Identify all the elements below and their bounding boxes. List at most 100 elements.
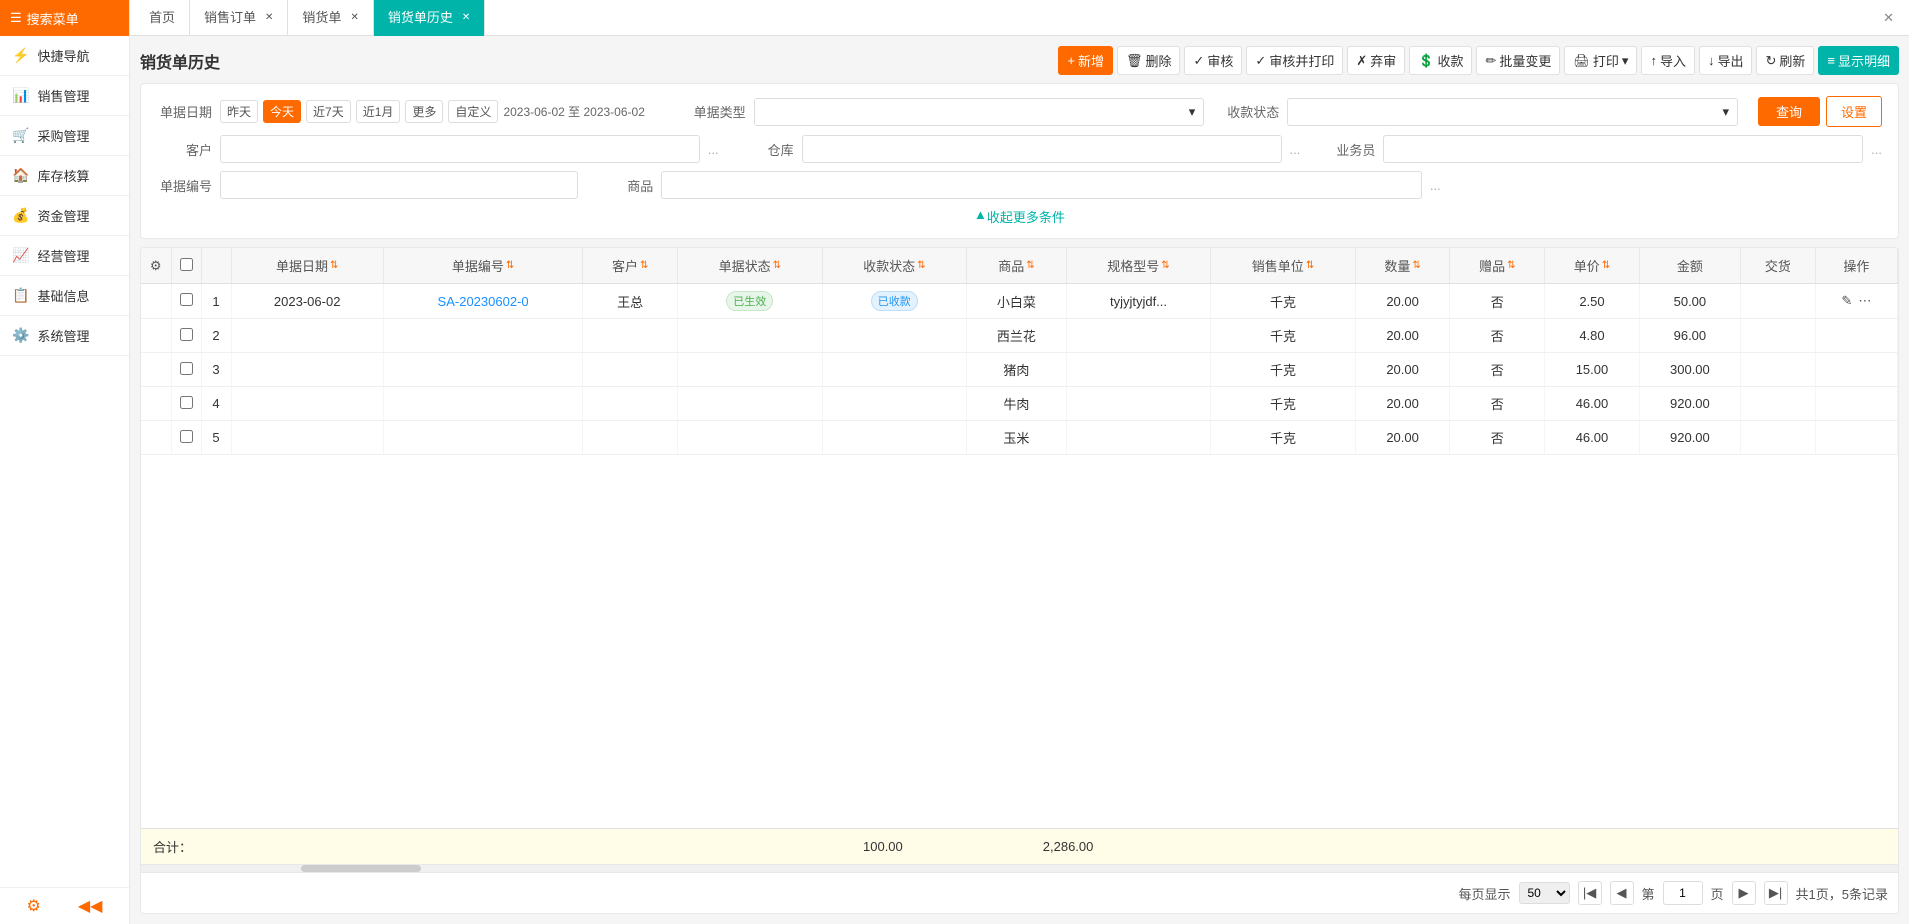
cell-checkbox-0[interactable] <box>171 284 201 319</box>
prev-page-btn[interactable]: ◀ <box>1610 881 1634 905</box>
scrollbar-thumb[interactable] <box>301 865 421 872</box>
sidebar-header[interactable]: ☰ 搜索菜单 <box>0 0 129 36</box>
cell-checkbox-2[interactable] <box>171 353 201 387</box>
batch-change-button[interactable]: ✏ 批量变更 <box>1476 46 1560 75</box>
collect-status-select[interactable]: ▾ <box>1287 98 1738 126</box>
row-checkbox-2[interactable] <box>180 362 193 375</box>
per-page-select[interactable]: 50 100 200 <box>1519 882 1570 904</box>
row-checkbox-3[interactable] <box>180 396 193 409</box>
sidebar-item-sales-mgmt[interactable]: 📊 销售管理 <box>0 76 129 116</box>
sidebar-item-finance[interactable]: 💰 资金管理 <box>0 196 129 236</box>
tab-close-sales-order[interactable]: ✕ <box>265 0 273 36</box>
cell-docnum-2[interactable] <box>383 353 582 387</box>
tab-sales-order[interactable]: 销售订单 ✕ <box>190 0 288 36</box>
doc-type-select[interactable]: ▾ <box>754 98 1205 126</box>
collect-button[interactable]: 💲 收款 <box>1409 46 1472 75</box>
th-sales-unit[interactable]: 销售单位⇅ <box>1211 248 1356 284</box>
query-button[interactable]: 查询 <box>1758 97 1820 126</box>
date-option-7days[interactable]: 近7天 <box>306 100 351 123</box>
customer-input[interactable] <box>220 135 700 163</box>
th-collect-status[interactable]: 收款状态⇅ <box>822 248 967 284</box>
sidebar-settings-icon[interactable]: ⚙ <box>27 896 41 916</box>
cell-docnum-4[interactable] <box>383 421 582 455</box>
date-option-custom[interactable]: 自定义 <box>448 100 498 123</box>
sidebar-item-system[interactable]: ⚙️ 系统管理 <box>0 316 129 356</box>
date-option-more[interactable]: 更多 <box>405 100 443 123</box>
sidebar-search-label[interactable]: 搜索菜单 <box>27 9 79 28</box>
th-doc-num[interactable]: 单据编号⇅ <box>383 248 582 284</box>
th-gear[interactable]: ⚙ <box>141 248 171 284</box>
next-page-btn[interactable]: ▶ <box>1732 881 1756 905</box>
sidebar-item-inventory[interactable]: 🏠 库存核算 <box>0 156 129 196</box>
doc-num-input[interactable] <box>220 171 578 199</box>
th-quantity[interactable]: 数量⇅ <box>1355 248 1450 284</box>
last-page-btn[interactable]: ▶| <box>1764 881 1788 905</box>
print-button[interactable]: 🖨 打印 ▾ <box>1564 46 1637 75</box>
cell-checkbox-4[interactable] <box>171 421 201 455</box>
warehouse-dots[interactable]: ... <box>1290 142 1301 157</box>
tab-close-sales-history[interactable]: ✕ <box>462 0 470 36</box>
tab-close-sales-delivery[interactable]: ✕ <box>350 0 358 36</box>
th-doc-status[interactable]: 单据状态⇅ <box>678 248 823 284</box>
import-button[interactable]: ↑ 导入 <box>1641 46 1695 75</box>
abandon-button[interactable]: ✗ 弃审 <box>1347 46 1405 75</box>
table-scroll-area[interactable]: ⚙ 单据日期⇅ 单据编号⇅ 客户⇅ <box>141 248 1898 828</box>
th-gift[interactable]: 赠品⇅ <box>1450 248 1545 284</box>
audit-print-button[interactable]: ✓ 审核并打印 <box>1246 46 1343 75</box>
tab-sales-history[interactable]: 销货单历史 ✕ <box>374 0 485 36</box>
customer-dots[interactable]: ... <box>708 142 719 157</box>
table-row: 1 2023-06-02 SA-20230602-0 王总 已生效 已收款 小白… <box>141 284 1898 319</box>
first-page-btn[interactable]: |◀ <box>1578 881 1602 905</box>
collapse-row[interactable]: ▲ 收起更多条件 <box>157 207 1882 226</box>
page-input[interactable] <box>1663 881 1703 905</box>
op-more-0[interactable]: ⋯ <box>1858 293 1871 309</box>
delete-button[interactable]: 🗑 删除 <box>1117 46 1181 75</box>
cell-docnum-3[interactable] <box>383 387 582 421</box>
cell-docnum-0[interactable]: SA-20230602-0 <box>383 284 582 319</box>
th-goods[interactable]: 商品⇅ <box>967 248 1067 284</box>
tab-home[interactable]: 首页 <box>135 0 190 36</box>
audit-button[interactable]: ✓ 审核 <box>1184 46 1242 75</box>
th-customer[interactable]: 客户⇅ <box>583 248 678 284</box>
tab-sales-delivery-label: 销货单 <box>302 0 341 36</box>
sidebar-item-quick-nav[interactable]: ⚡ 快捷导航 <box>0 36 129 76</box>
salesperson-input[interactable] <box>1383 135 1863 163</box>
date-option-1month[interactable]: 近1月 <box>356 100 401 123</box>
cell-collectstatus-2 <box>822 353 967 387</box>
refresh-button[interactable]: ↻ 刷新 <box>1756 46 1814 75</box>
goods-input[interactable] <box>661 171 1422 199</box>
th-spec-type[interactable]: 规格型号⇅ <box>1066 248 1211 284</box>
sort-icon-unit-price: ⇅ <box>1602 260 1610 271</box>
goods-dots[interactable]: ... <box>1430 178 1441 193</box>
th-checkbox[interactable] <box>171 248 201 284</box>
cell-checkbox-3[interactable] <box>171 387 201 421</box>
cell-checkbox-1[interactable] <box>171 319 201 353</box>
horizontal-scrollbar[interactable] <box>141 864 1898 872</box>
salesperson-dots[interactable]: ... <box>1871 142 1882 157</box>
warehouse-input[interactable] <box>802 135 1282 163</box>
sort-icon-doc-num: ⇅ <box>506 260 514 271</box>
select-all-checkbox[interactable] <box>180 258 193 271</box>
display-detail-button[interactable]: ≡ 显示明细 <box>1818 46 1899 75</box>
sidebar-item-purchase-mgmt[interactable]: 🛒 采购管理 <box>0 116 129 156</box>
set-button[interactable]: 设置 <box>1826 96 1882 127</box>
new-button[interactable]: + 新增 <box>1058 46 1113 75</box>
sidebar-item-operation[interactable]: 📈 经营管理 <box>0 236 129 276</box>
row-checkbox-4[interactable] <box>180 430 193 443</box>
date-option-today[interactable]: 今天 <box>263 100 301 123</box>
cell-collectstatus-1 <box>822 319 967 353</box>
th-unit-price-label: 单价 <box>1574 256 1600 275</box>
th-unit-price[interactable]: 单价⇅ <box>1545 248 1640 284</box>
collapse-label[interactable]: 收起更多条件 <box>987 207 1065 226</box>
th-doc-date[interactable]: 单据日期⇅ <box>231 248 383 284</box>
op-edit-0[interactable]: ✎ <box>1841 293 1852 309</box>
cell-docnum-1[interactable] <box>383 319 582 353</box>
row-checkbox-1[interactable] <box>180 328 193 341</box>
row-checkbox-0[interactable] <box>180 293 193 306</box>
date-option-yesterday[interactable]: 昨天 <box>220 100 258 123</box>
sidebar-collapse-icon[interactable]: ◀◀ <box>78 896 103 916</box>
tab-sales-delivery[interactable]: 销货单 ✕ <box>288 0 373 36</box>
export-button[interactable]: ↓ 导出 <box>1699 46 1753 75</box>
tab-close-all-btn[interactable]: ✕ <box>1873 10 1904 26</box>
sidebar-item-basic-info[interactable]: 📋 基础信息 <box>0 276 129 316</box>
